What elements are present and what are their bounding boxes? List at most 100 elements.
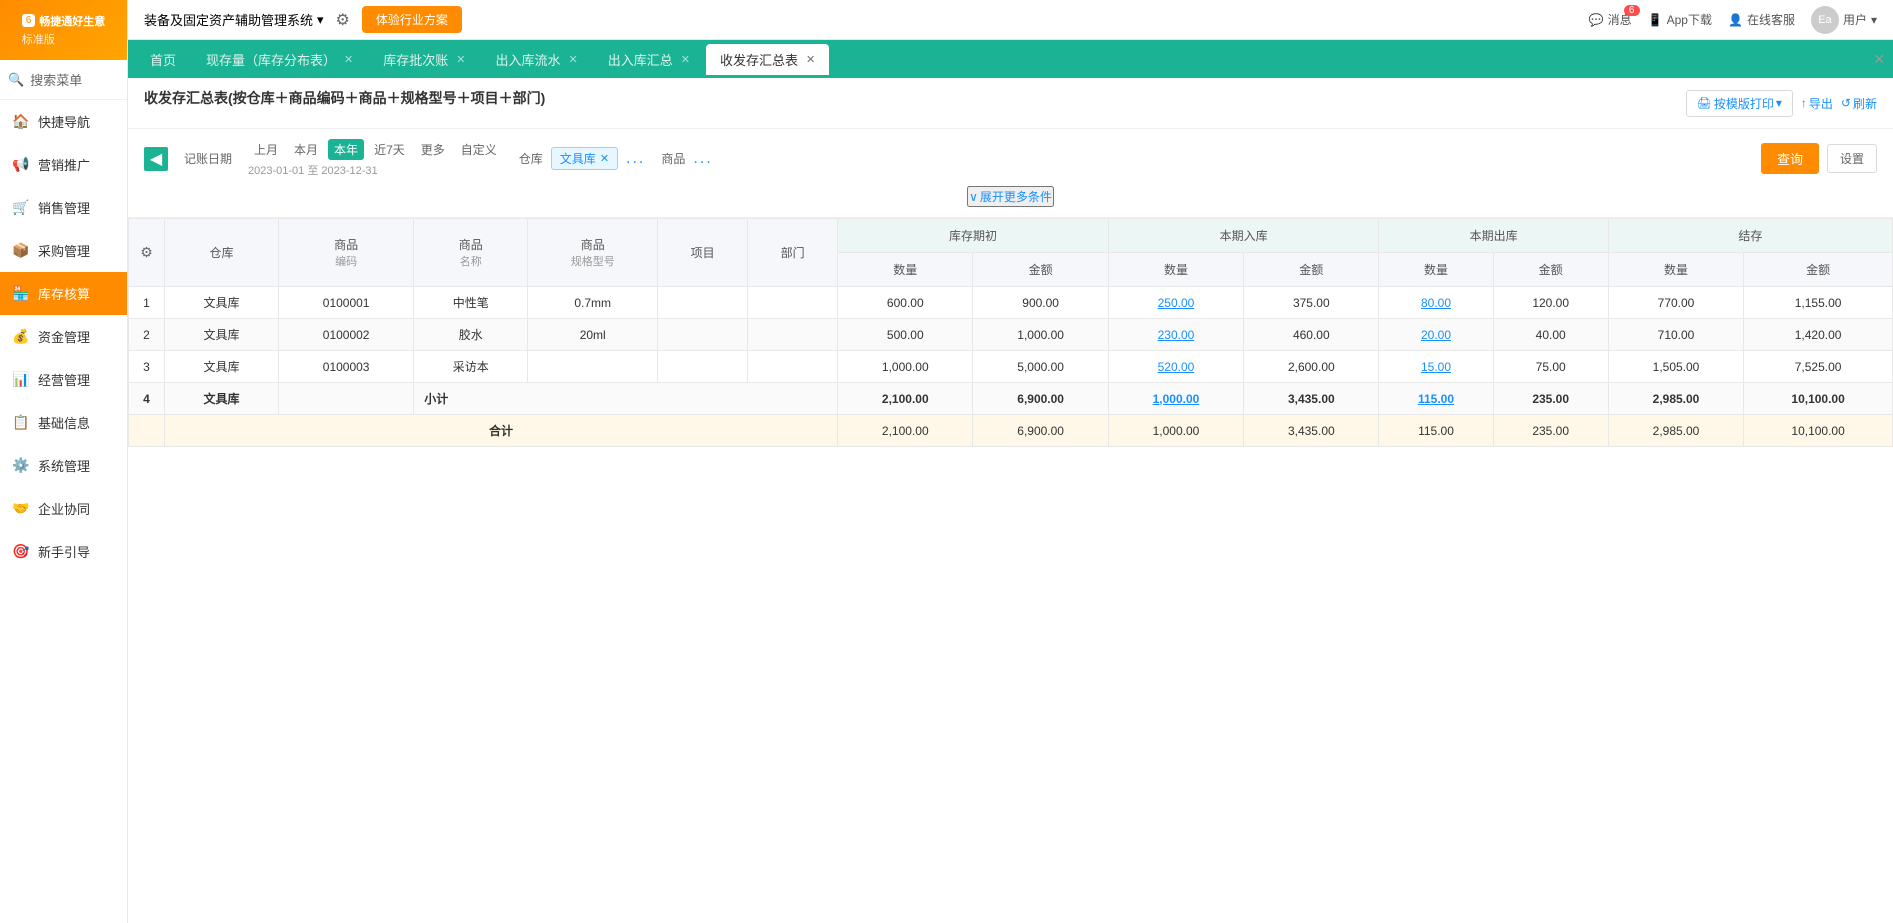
row-project bbox=[658, 287, 748, 319]
row-out-amt: 120.00 bbox=[1493, 287, 1608, 319]
query-button[interactable]: 查询 bbox=[1761, 143, 1819, 174]
printer-icon: 🖨 bbox=[1697, 96, 1712, 110]
tab-bar-close-icon[interactable]: ✕ bbox=[1873, 51, 1885, 68]
filter-toggle-btn[interactable]: ◀ bbox=[144, 147, 168, 171]
footer-empty bbox=[129, 415, 165, 447]
th-closing-qty: 数量 bbox=[1608, 253, 1743, 287]
user-item[interactable]: Ea 用户 ▾ bbox=[1811, 6, 1877, 34]
tab-home[interactable]: 首页 bbox=[136, 44, 190, 75]
th-name: 商品名称 bbox=[414, 219, 528, 287]
tab-home-label: 首页 bbox=[150, 50, 176, 69]
footer-closing-amt: 10,100.00 bbox=[1744, 415, 1893, 447]
date-btn-custom[interactable]: 自定义 bbox=[455, 139, 503, 160]
tab-inout-summary[interactable]: 出入库汇总 ✕ bbox=[594, 44, 704, 75]
print-dropdown-icon: ▾ bbox=[1776, 96, 1782, 110]
sidebar-item-enterprise[interactable]: 🤝 企业协同 bbox=[0, 487, 127, 530]
th-opening-group: 库存期初 bbox=[838, 219, 1109, 253]
row-dept bbox=[748, 287, 838, 319]
row-out-qty: 115.00 bbox=[1379, 383, 1493, 415]
row-opening-qty: 2,100.00 bbox=[838, 383, 973, 415]
th-in-amt: 金额 bbox=[1244, 253, 1379, 287]
search-menu-item[interactable]: 🔍 搜索菜单 bbox=[0, 60, 127, 100]
sidebar-item-basic[interactable]: 📋 基础信息 bbox=[0, 401, 127, 444]
sidebar-item-operations[interactable]: 📊 经营管理 bbox=[0, 358, 127, 401]
logo-subtitle: 标准版 bbox=[22, 31, 106, 47]
sidebar-item-finance[interactable]: 💰 资金管理 bbox=[0, 315, 127, 358]
experience-btn[interactable]: 体验行业方案 bbox=[362, 6, 462, 33]
tab-inventory-dist[interactable]: 现存量（库存分布表） ✕ bbox=[192, 44, 367, 75]
tab-close-icon[interactable]: ✕ bbox=[344, 53, 353, 66]
tab-close-icon[interactable]: ✕ bbox=[569, 53, 578, 66]
data-table: ⚙ 仓库 商品编码 商品名称 商品规格型号 项目 部门 库存期初 本期入库 本期… bbox=[128, 218, 1893, 447]
th-warehouse: 仓库 bbox=[165, 219, 279, 287]
row-opening-amt: 1,000.00 bbox=[973, 319, 1108, 351]
sidebar-item-system[interactable]: ⚙️ 系统管理 bbox=[0, 444, 127, 487]
row-no: 4 bbox=[129, 383, 165, 415]
tab-inout-summary-label: 出入库汇总 bbox=[608, 50, 673, 69]
warehouse-more-icon[interactable]: ... bbox=[626, 150, 645, 168]
th-closing-group: 结存 bbox=[1608, 219, 1892, 253]
row-opening-qty: 500.00 bbox=[838, 319, 973, 351]
export-button[interactable]: ↑ 导出 bbox=[1801, 95, 1833, 112]
date-btn-more[interactable]: 更多 bbox=[415, 139, 451, 160]
sidebar-item-purchase[interactable]: 📦 采购管理 bbox=[0, 229, 127, 272]
row-opening-qty: 1,000.00 bbox=[838, 351, 973, 383]
export-icon: ↑ bbox=[1801, 96, 1807, 110]
gear-button[interactable]: ⚙ bbox=[336, 10, 350, 30]
tab-close-icon[interactable]: ✕ bbox=[456, 53, 465, 66]
date-btn-last-month[interactable]: 上月 bbox=[248, 139, 284, 160]
system-title-dropdown[interactable]: 装备及固定资产辅助管理系统 ▾ bbox=[144, 10, 324, 29]
online-service-item[interactable]: 👤 在线客服 bbox=[1728, 11, 1795, 28]
sidebar-label: 库存核算 bbox=[38, 284, 90, 303]
th-in-qty: 数量 bbox=[1108, 253, 1243, 287]
row-opening-amt: 900.00 bbox=[973, 287, 1108, 319]
row-spec: 20ml bbox=[528, 319, 658, 351]
row-name: 胶水 bbox=[414, 319, 528, 351]
row-in-amt: 375.00 bbox=[1244, 287, 1379, 319]
tab-close-icon[interactable]: ✕ bbox=[806, 53, 815, 66]
warehouse-tag[interactable]: 文具库 ✕ bbox=[551, 147, 618, 170]
expand-icon: ∨ bbox=[969, 190, 978, 204]
row-no: 1 bbox=[129, 287, 165, 319]
date-btn-7days[interactable]: 近7天 bbox=[368, 139, 411, 160]
table-row: 3 文具库 0100003 采访本 1,000.00 5,000.00 520.… bbox=[129, 351, 1893, 383]
data-table-container: ⚙ 仓库 商品编码 商品名称 商品规格型号 项目 部门 库存期初 本期入库 本期… bbox=[128, 218, 1893, 923]
column-settings-icon[interactable]: ⚙ bbox=[140, 244, 153, 260]
product-more-icon[interactable]: ... bbox=[693, 150, 712, 168]
warehouse-tag-close-icon[interactable]: ✕ bbox=[600, 152, 609, 165]
sidebar-item-marketing[interactable]: 📢 营销推广 bbox=[0, 143, 127, 186]
service-icon: 👤 bbox=[1728, 13, 1743, 27]
date-buttons: 上月 本月 本年 近7天 更多 自定义 bbox=[248, 139, 503, 160]
date-btn-this-year[interactable]: 本年 bbox=[328, 139, 364, 160]
tab-batch-ledger[interactable]: 库存批次账 ✕ bbox=[369, 44, 479, 75]
expand-button[interactable]: ∨ 展开更多条件 bbox=[967, 186, 1054, 207]
tab-close-icon[interactable]: ✕ bbox=[681, 53, 690, 66]
th-period-out-group: 本期出库 bbox=[1379, 219, 1608, 253]
settings-button[interactable]: 设置 bbox=[1827, 144, 1877, 173]
row-out-amt: 235.00 bbox=[1493, 383, 1608, 415]
print-button[interactable]: 🖨 按模版打印 ▾ bbox=[1686, 90, 1793, 117]
user-label: 用户 bbox=[1843, 11, 1867, 28]
refresh-button[interactable]: ↺ 刷新 bbox=[1841, 95, 1877, 112]
product-filter: 商品 ... bbox=[661, 150, 712, 168]
avatar-text: Ea bbox=[1818, 14, 1831, 26]
warehouse-filter: 仓库 文具库 ✕ ... bbox=[519, 147, 646, 170]
tab-recv-send[interactable]: 收发存汇总表 ✕ bbox=[706, 44, 829, 75]
purchase-icon: 📦 bbox=[12, 242, 30, 260]
app-download-item[interactable]: 📱 App下载 bbox=[1648, 11, 1712, 28]
date-selector: 上月 本月 本年 近7天 更多 自定义 2023-01-01 至 2023-12… bbox=[248, 139, 503, 178]
basic-icon: 📋 bbox=[12, 414, 30, 432]
footer-closing-qty: 2,985.00 bbox=[1608, 415, 1743, 447]
message-item[interactable]: 💬 消息 6 bbox=[1589, 11, 1632, 28]
date-btn-this-month[interactable]: 本月 bbox=[288, 139, 324, 160]
row-in-qty: 1,000.00 bbox=[1108, 383, 1243, 415]
sidebar-item-guide[interactable]: 🎯 新手引导 bbox=[0, 530, 127, 573]
tab-inout-flow[interactable]: 出入库流水 ✕ bbox=[481, 44, 591, 75]
sidebar-item-inventory[interactable]: 🏪 库存核算 bbox=[0, 272, 127, 315]
expand-row: ∨ 展开更多条件 bbox=[144, 186, 1877, 207]
sidebar-item-quick-nav[interactable]: 🏠 快捷导航 bbox=[0, 100, 127, 143]
refresh-icon: ↺ bbox=[1841, 96, 1851, 110]
dropdown-arrow-icon: ▾ bbox=[317, 12, 324, 28]
search-icon: 🔍 bbox=[8, 72, 24, 88]
sidebar-item-sales[interactable]: 🛒 销售管理 bbox=[0, 186, 127, 229]
